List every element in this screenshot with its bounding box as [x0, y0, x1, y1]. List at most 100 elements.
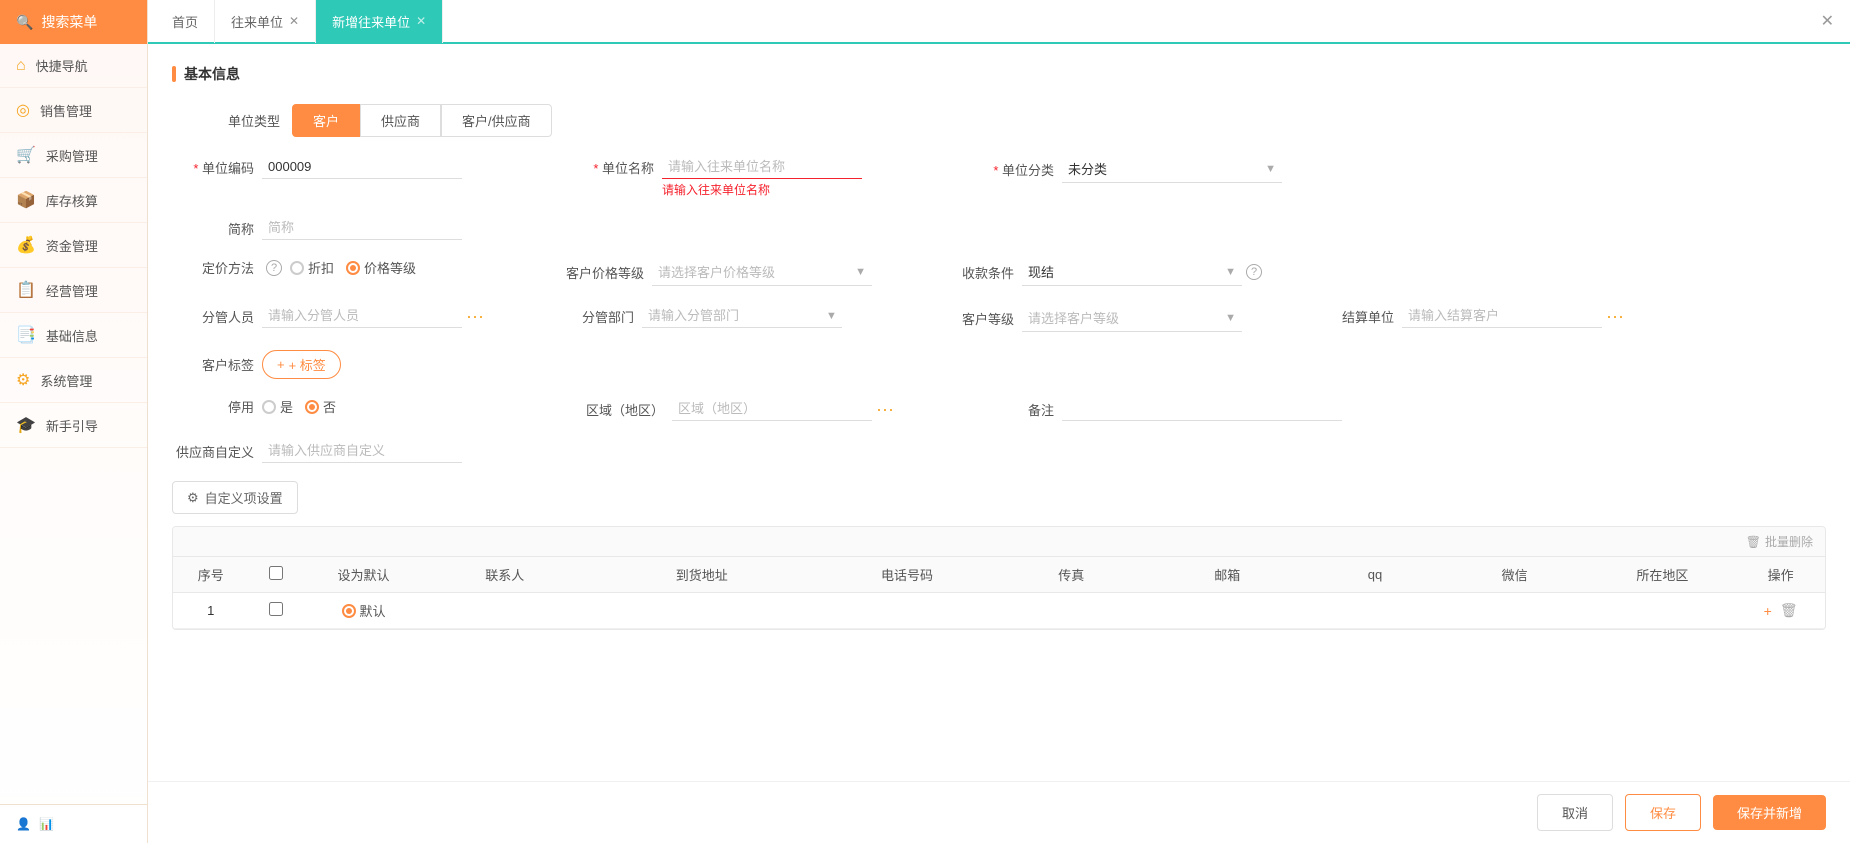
operations-icon: 📋	[16, 280, 36, 300]
qq-input[interactable]	[1345, 603, 1405, 618]
tab-new-partner[interactable]: 新增往来单位 ✕	[316, 0, 443, 43]
avatar: 👤	[16, 817, 31, 831]
form-area: 基本信息 单位类型 客户 供应商 客户/供应商 单位编码 单位名称 请输入往来单…	[148, 44, 1850, 781]
tab-home[interactable]: 首页	[156, 0, 215, 43]
radio-discount[interactable]: 折扣	[290, 258, 334, 277]
customer-price-level-label: 客户价格等级	[552, 263, 652, 282]
radio-yes[interactable]: 是	[262, 397, 293, 416]
sidebar-item-system[interactable]: ⚙ 系统管理	[0, 358, 147, 403]
sidebar-footer: 👤 📊	[0, 804, 147, 843]
close-all-tabs-btn[interactable]: ✕	[1813, 11, 1842, 31]
remark-input[interactable]	[1062, 397, 1342, 421]
contact-table: 序号 设为默认 联系人 到货地址 电话号码 传真 邮箱 qq 微信 所在地区 操…	[173, 557, 1825, 629]
unit-category-select[interactable]: 未分类 ▼	[1062, 155, 1282, 183]
batch-delete-btn[interactable]: 🗑 批量删除	[1746, 533, 1813, 550]
payment-help-icon[interactable]: ?	[1246, 264, 1262, 280]
short-name-input[interactable]	[262, 216, 462, 240]
select-all-checkbox[interactable]	[269, 566, 283, 580]
tab-new-partner-label: 新增往来单位	[332, 12, 410, 31]
cancel-button[interactable]: 取消	[1537, 794, 1613, 831]
sidebar-item-finance[interactable]: 💰 资金管理	[0, 223, 147, 268]
sidebar-item-quick-nav[interactable]: ⌂ 快捷导航	[0, 44, 147, 88]
radio-no[interactable]: 否	[305, 397, 336, 416]
contact-input[interactable]	[465, 603, 545, 618]
region-more-btn[interactable]: ···	[872, 399, 898, 420]
form-row-6: 停用 是 否 区域（地区） ···	[172, 397, 1826, 421]
settlement-label: 结算单位	[1312, 307, 1402, 326]
address-input[interactable]	[642, 603, 762, 618]
chevron-down-icon: ▼	[1265, 163, 1276, 175]
phone-input[interactable]	[862, 603, 952, 618]
payment-terms-label: 收款条件	[932, 263, 1022, 282]
search-menu-btn[interactable]: 🔍 搜索菜单	[0, 0, 147, 44]
add-tag-btn[interactable]: + + 标签	[262, 350, 341, 379]
manager-more-btn[interactable]: ···	[462, 306, 488, 327]
radio-label-no: 否	[323, 397, 336, 416]
pricing-help-icon[interactable]: ?	[266, 260, 282, 276]
table-row: 1 默认	[173, 593, 1825, 629]
cell-wechat[interactable]	[1441, 593, 1589, 629]
unit-code-input[interactable]	[262, 155, 462, 179]
sidebar-item-inventory[interactable]: 📦 库存核算	[0, 178, 147, 223]
dept-input[interactable]	[642, 304, 842, 328]
type-btn-both[interactable]: 客户/供应商	[441, 104, 552, 137]
tab-new-partner-close[interactable]: ✕	[416, 14, 426, 28]
radio-circle-discount	[290, 261, 304, 275]
settlement-input[interactable]	[1402, 304, 1602, 328]
cell-qq[interactable]	[1309, 593, 1440, 629]
col-qq: qq	[1309, 557, 1440, 593]
sidebar-item-label: 经营管理	[46, 281, 98, 300]
customer-level-select[interactable]: 请选择客户等级 ▼	[1022, 304, 1242, 332]
sidebar-item-purchase[interactable]: 🛒 采购管理	[0, 133, 147, 178]
delete-row-btn[interactable]: 🗑	[1780, 602, 1798, 619]
cell-region[interactable]	[1588, 593, 1736, 629]
cell-address[interactable]	[587, 593, 817, 629]
sidebar-item-operations[interactable]: 📋 经营管理	[0, 268, 147, 313]
sidebar-item-basic-info[interactable]: 📑 基础信息	[0, 313, 147, 358]
sidebar-item-guide[interactable]: 🎓 新手引导	[0, 403, 147, 448]
col-address: 到货地址	[587, 557, 817, 593]
customer-price-level-select[interactable]: 请选择客户价格等级 ▼	[652, 258, 872, 286]
wechat-input[interactable]	[1480, 603, 1550, 618]
tab-partners-close[interactable]: ✕	[289, 14, 299, 28]
form-row-5: 客户标签 + + 标签	[172, 350, 1826, 379]
save-and-new-button[interactable]: 保存并新增	[1713, 795, 1826, 830]
sales-icon: ◎	[16, 100, 30, 120]
fax-input[interactable]	[1036, 603, 1106, 618]
pricing-radio-group: 折扣 价格等级	[290, 258, 416, 277]
payment-terms-select[interactable]: 现结 ▼	[1022, 258, 1242, 286]
col-region: 所在地区	[1588, 557, 1736, 593]
chevron-down-icon-3: ▼	[1225, 266, 1236, 278]
unit-name-input[interactable]	[662, 155, 862, 179]
sidebar-item-label: 销售管理	[40, 101, 92, 120]
radio-price-level[interactable]: 价格等级	[346, 258, 416, 277]
sidebar-item-label: 基础信息	[46, 326, 98, 345]
region-input[interactable]	[672, 397, 872, 421]
row-checkbox[interactable]	[269, 602, 283, 616]
type-btn-customer[interactable]: 客户	[292, 104, 360, 137]
region-table-input[interactable]	[1627, 603, 1697, 618]
sidebar-item-sales[interactable]: ◎ 销售管理	[0, 88, 147, 133]
pricing-method-group: 定价方法 ? 折扣 价格等级	[172, 258, 532, 277]
cell-email[interactable]	[1145, 593, 1309, 629]
tab-partners[interactable]: 往来单位 ✕	[215, 0, 316, 43]
radio-circle-yes	[262, 400, 276, 414]
email-input[interactable]	[1187, 603, 1267, 618]
dept-label: 分管部门	[552, 307, 642, 326]
cell-phone[interactable]	[817, 593, 998, 629]
sidebar-item-label: 系统管理	[40, 371, 92, 390]
add-row-btn[interactable]: +	[1764, 603, 1772, 619]
save-button[interactable]: 保存	[1625, 794, 1701, 831]
cell-fax[interactable]	[997, 593, 1145, 629]
tab-partners-label: 往来单位	[231, 12, 283, 31]
type-btn-supplier[interactable]: 供应商	[360, 104, 441, 137]
settlement-more-btn[interactable]: ···	[1602, 306, 1628, 327]
region-group: 区域（地区） ···	[572, 397, 932, 421]
default-radio[interactable]: 默认	[314, 601, 412, 620]
manager-input[interactable]	[262, 304, 462, 328]
cell-index: 1	[173, 593, 249, 629]
custom-settings-btn[interactable]: ⚙ 自定义项设置	[172, 481, 298, 514]
customer-tag-label: 客户标签	[172, 355, 262, 374]
cell-contact[interactable]	[423, 593, 587, 629]
supplier-custom-input[interactable]	[262, 439, 462, 463]
